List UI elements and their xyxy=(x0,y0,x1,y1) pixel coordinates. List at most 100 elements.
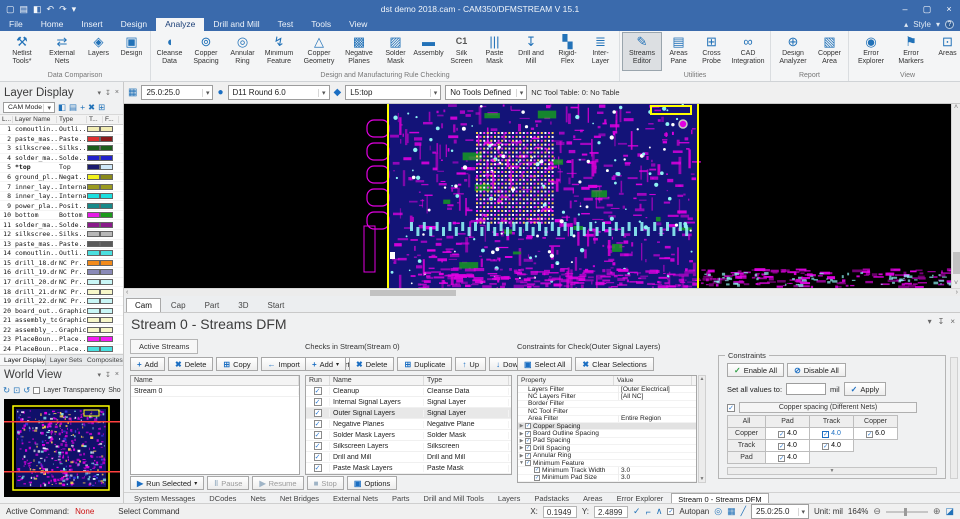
matrix-header-all[interactable]: All xyxy=(727,415,766,428)
tools-combo[interactable]: No Tools Defined ▾ xyxy=(445,85,528,100)
layer-row-24[interactable]: 24 PlaceBoun...Place... xyxy=(0,345,123,355)
trace-color-swatch[interactable] xyxy=(87,202,100,209)
trace-color-swatch[interactable] xyxy=(87,145,100,152)
trace-color-swatch[interactable] xyxy=(87,240,100,247)
snap-check-icon[interactable]: ✓ xyxy=(633,506,641,517)
layer-row-13[interactable]: 13 paste_mas...Paste... xyxy=(0,240,123,250)
grid-settings-icon[interactable]: ▦ xyxy=(128,87,137,98)
layer-row-19[interactable]: 19 drill_22.drlNC Pr... xyxy=(0,297,123,307)
style-dropdown-icon[interactable]: ▾ xyxy=(936,20,940,29)
ribbon-item-copper-spacing[interactable]: ⊚ Copper Spacing xyxy=(186,32,226,71)
trace-color-swatch[interactable] xyxy=(87,307,100,314)
grid-toggle-icon[interactable]: ▦ xyxy=(727,506,736,517)
clear-selections-button[interactable]: ✖ Clear Selections xyxy=(575,357,654,371)
close-icon[interactable]: × xyxy=(938,0,960,18)
ribbon-item-minimum-feature[interactable]: ↯ Minimum Feature xyxy=(259,32,299,71)
add-layer-icon[interactable]: + xyxy=(80,102,85,113)
expand-closed-icon[interactable]: ▶ xyxy=(518,431,525,437)
restore-icon[interactable]: ▢ xyxy=(916,0,938,18)
ribbon-item-design[interactable]: ▣ Design xyxy=(115,32,148,71)
flash-color-swatch[interactable] xyxy=(100,202,113,209)
help-icon[interactable]: ? xyxy=(945,20,954,29)
ribbon-item-silk-screen[interactable]: C1 Silk Screen xyxy=(445,32,478,71)
status-grid-combo[interactable]: 25.0:25.0 ▾ xyxy=(751,504,810,519)
layer-row-17[interactable]: 17 drill_20.drlNC Pr... xyxy=(0,278,123,288)
ribbon-tab-test[interactable]: Test xyxy=(269,18,303,31)
flash-color-swatch[interactable] xyxy=(100,221,113,228)
matrix-cell[interactable]: ✓ 4.0 xyxy=(765,427,810,440)
layer-row-2[interactable]: 2 paste_mas...Paste... xyxy=(0,135,123,145)
ribbon-item-external-nets[interactable]: ⇄ External Nets xyxy=(42,32,82,71)
check-row-solder-mask-layers[interactable]: ✓ Solder Mask Layers Solder Mask xyxy=(306,430,511,441)
layer-row-10[interactable]: 10 bottom Bottom xyxy=(0,211,123,221)
run-checkbox[interactable]: ✓ xyxy=(313,409,322,417)
undo-icon[interactable]: ↶ xyxy=(47,4,55,15)
view-tab-start[interactable]: Start xyxy=(258,298,293,312)
flash-color-swatch[interactable] xyxy=(100,193,113,200)
ribbon-tab-home[interactable]: Home xyxy=(32,18,73,31)
layer-transparency-checkbox[interactable] xyxy=(33,386,41,394)
layer-row-21[interactable]: 21 assembly_topGraphic xyxy=(0,316,123,326)
ribbon-item-annular-ring[interactable]: ◎ Annular Ring xyxy=(226,32,259,71)
bottom-tab-parts[interactable]: Parts xyxy=(386,493,416,503)
matrix-header-pad[interactable]: Pad xyxy=(765,415,810,428)
matrix-cell[interactable]: ✓ 4.0 xyxy=(809,439,854,452)
trace-color-swatch[interactable] xyxy=(87,164,100,171)
expand-closed-icon[interactable]: ▶ xyxy=(518,438,525,444)
ribbon-item-areas-pane[interactable]: ▤ Areas Pane xyxy=(662,32,695,71)
layer-row-7[interactable]: 7 inner_lay...Internal xyxy=(0,182,123,192)
next-constraint-section-button[interactable]: ▼ xyxy=(727,467,937,475)
flash-color-swatch[interactable] xyxy=(100,307,113,314)
trace-color-swatch[interactable] xyxy=(87,221,100,228)
trace-color-swatch[interactable] xyxy=(87,336,100,343)
run-checkbox[interactable]: ✓ xyxy=(313,464,322,472)
flash-color-swatch[interactable] xyxy=(100,298,113,305)
copper-spacing-matrix-checkbox[interactable]: ✓ xyxy=(727,403,735,412)
bottom-tab-layers[interactable]: Layers xyxy=(492,493,527,503)
disable-all-button[interactable]: ⊘ Disable All xyxy=(787,363,846,377)
flash-color-swatch[interactable] xyxy=(100,279,113,286)
ribbon-item-netlist-tools[interactable]: ⚒ Netlist Tools* xyxy=(2,32,42,71)
run-checkbox[interactable]: ✓ xyxy=(313,387,322,395)
any-angle-path-icon[interactable]: ∧ xyxy=(656,506,663,517)
layer-panel-menu-icon[interactable]: ▾ xyxy=(98,89,102,97)
layer-row-1[interactable]: 1 comoutlin...Outli... xyxy=(0,125,123,135)
y-coordinate-value[interactable]: 2.4899 xyxy=(594,505,629,518)
bottom-tab-padstacks[interactable]: Padstacks xyxy=(528,493,575,503)
layer-row-22[interactable]: 22 assembly_...Graphic xyxy=(0,325,123,336)
ribbon-tab-view[interactable]: View xyxy=(340,18,376,31)
cam-mode-combo[interactable]: CAM Mode ▾ xyxy=(3,102,55,113)
ortho-path-icon[interactable]: ⌐ xyxy=(646,507,651,517)
ribbon-tab-file[interactable]: File xyxy=(0,18,32,31)
ribbon-item-copper-area[interactable]: ▧ Copper Area xyxy=(813,32,846,71)
ribbon-item-rigid-flex[interactable]: ▚ Rigid-Flex xyxy=(551,32,584,71)
check-row-cleanup[interactable]: ✓ Cleanup Cleanse Data xyxy=(306,386,511,397)
stream-panel-close-icon[interactable]: × xyxy=(950,317,955,326)
pan-world-icon[interactable]: ⊡ xyxy=(13,385,20,396)
trace-color-swatch[interactable] xyxy=(87,193,100,200)
zoom-slider[interactable] xyxy=(885,507,928,516)
ribbon-item-negative-planes[interactable]: ▩ Negative Planes xyxy=(339,32,379,71)
matrix-cell-checkbox[interactable]: ✓ xyxy=(778,442,786,450)
save-layers-icon[interactable]: ◧ xyxy=(58,102,66,113)
layer-row-12[interactable]: 12 silkscree...Silks... xyxy=(0,230,123,240)
flash-color-swatch[interactable] xyxy=(100,336,113,343)
ribbon-item-assembly[interactable]: ▬ Assembly xyxy=(412,32,445,71)
flash-color-swatch[interactable] xyxy=(100,154,113,161)
grid-combo[interactable]: 25.0:25.0 ▾ xyxy=(141,85,214,100)
add-button[interactable]: + Add ▾ xyxy=(305,357,347,371)
target-snap-icon[interactable]: ◎ xyxy=(714,506,722,517)
bottom-tab-system-messages[interactable]: System Messages xyxy=(128,493,201,503)
trace-color-swatch[interactable] xyxy=(87,326,100,333)
expand-closed-icon[interactable]: ▶ xyxy=(518,423,525,429)
world-view-menu-icon[interactable]: ▾ xyxy=(98,371,102,379)
matrix-row-track[interactable]: Track xyxy=(727,439,766,452)
trace-color-swatch[interactable] xyxy=(87,259,100,266)
delete-button[interactable]: ✖ Delete xyxy=(168,357,214,371)
vertical-scrollbar[interactable]: ˄ ˅ xyxy=(951,104,960,288)
ribbon-item-drill-and-mill[interactable]: ↧ Drill and Mill xyxy=(511,32,551,71)
flash-color-swatch[interactable] xyxy=(100,250,113,257)
bottom-tab-net-bridges[interactable]: Net Bridges xyxy=(274,493,325,503)
check-row-outer-signal-layers[interactable]: ✓ Outer Signal Layers Signal Layer xyxy=(306,408,511,419)
autopan-checkbox[interactable]: ✓ xyxy=(667,508,675,515)
